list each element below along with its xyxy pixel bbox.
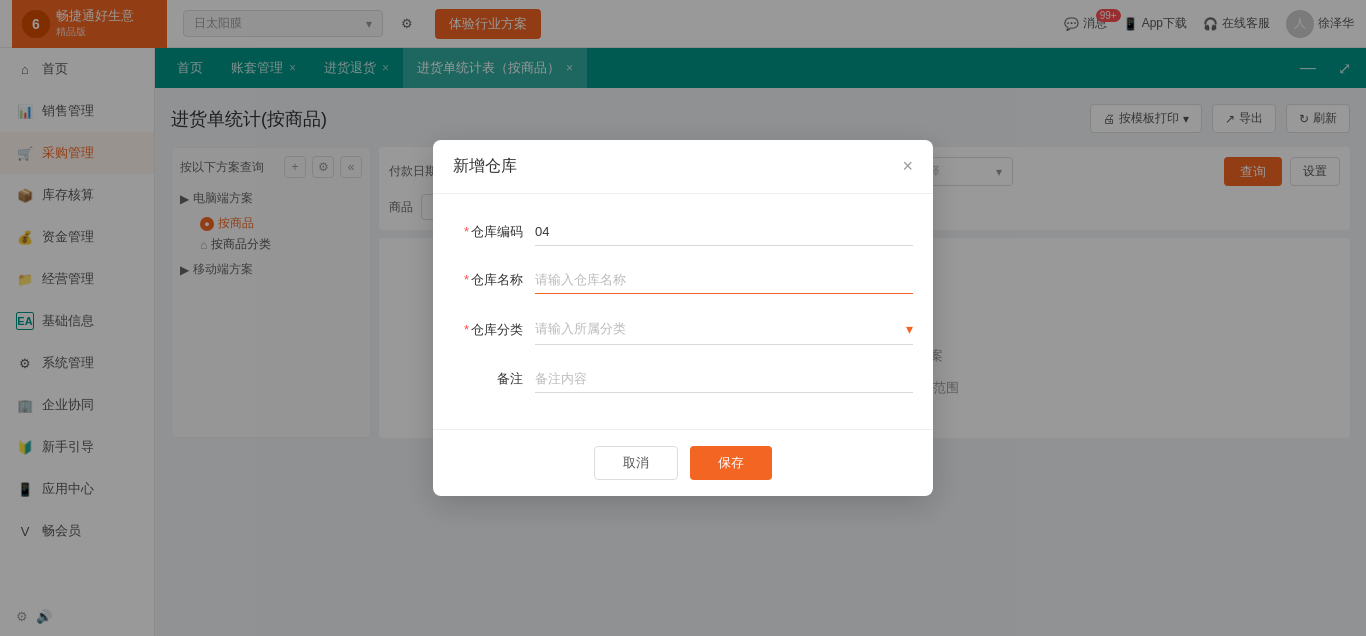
modal-footer: 取消 保存 — [433, 429, 933, 496]
form-label-name: 仓库名称 — [453, 271, 523, 289]
form-label-category: 仓库分类 — [453, 321, 523, 339]
modal-add-warehouse: 新增仓库 × 仓库编码 仓库名称 仓库分类 请输入所属分类 ▾ — [433, 140, 933, 496]
modal-header: 新增仓库 × — [433, 140, 933, 194]
modal-body: 仓库编码 仓库名称 仓库分类 请输入所属分类 ▾ 备注 — [433, 194, 933, 429]
modal-overlay: 新增仓库 × 仓库编码 仓库名称 仓库分类 请输入所属分类 ▾ — [0, 0, 1366, 636]
form-label-code: 仓库编码 — [453, 223, 523, 241]
form-row-code: 仓库编码 — [453, 218, 913, 246]
category-dropdown-arrow: ▾ — [906, 321, 913, 337]
form-row-name: 仓库名称 — [453, 266, 913, 294]
form-row-remark: 备注 — [453, 365, 913, 393]
save-btn[interactable]: 保存 — [690, 446, 772, 480]
modal-title: 新增仓库 — [453, 156, 517, 177]
warehouse-code-input[interactable] — [535, 218, 913, 246]
form-row-category: 仓库分类 请输入所属分类 ▾ — [453, 314, 913, 345]
warehouse-name-input[interactable] — [535, 266, 913, 294]
form-label-remark: 备注 — [453, 370, 523, 388]
remark-input[interactable] — [535, 365, 913, 393]
category-placeholder: 请输入所属分类 — [535, 320, 906, 338]
cancel-btn[interactable]: 取消 — [594, 446, 678, 480]
warehouse-category-select[interactable]: 请输入所属分类 ▾ — [535, 314, 913, 345]
modal-close-btn[interactable]: × — [902, 156, 913, 177]
